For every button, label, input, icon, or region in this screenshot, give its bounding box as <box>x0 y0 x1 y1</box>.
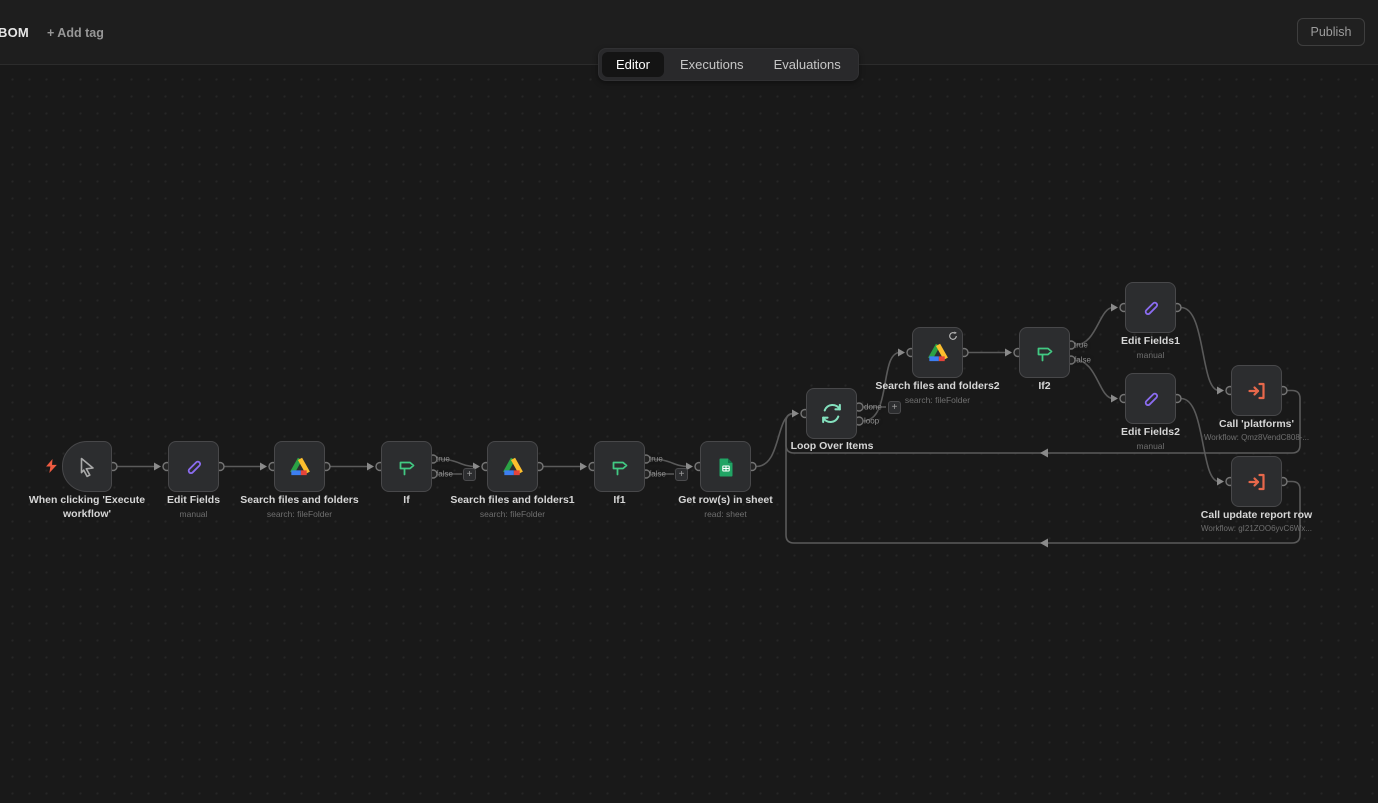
node-when-clicking-execute-workflow[interactable] <box>62 441 112 492</box>
node-search-files-and-folders1[interactable] <box>487 441 538 492</box>
tab-evaluations[interactable]: Evaluations <box>760 52 855 77</box>
node-caption: Loop Over Items <box>790 440 874 452</box>
google-drive-icon <box>502 457 523 475</box>
node-get-rows-in-sheet[interactable] <box>700 441 751 492</box>
port-label-false: false <box>649 469 666 479</box>
node-caption: If2 <box>1038 380 1051 392</box>
app-window: BOM + Add tag Publish Editor Executions … <box>0 0 1378 803</box>
port-label-true: true <box>649 454 663 464</box>
execute-workflow-icon <box>1247 473 1265 490</box>
tab-executions[interactable]: Executions <box>666 52 758 77</box>
add-tag-button[interactable]: + Add tag <box>47 26 104 40</box>
loop-icon <box>822 403 841 424</box>
google-drive-icon <box>289 457 310 475</box>
node-caption: Get row(s) in sheet read: sheet <box>678 494 773 519</box>
node-search-files-and-folders2[interactable] <box>912 327 963 378</box>
node-edit-fields2[interactable] <box>1125 373 1176 424</box>
pencil-icon <box>187 460 201 474</box>
if-branch-icon <box>1037 347 1052 361</box>
node-if[interactable] <box>381 441 432 492</box>
google-sheets-icon <box>719 458 732 476</box>
node-edit-fields1[interactable] <box>1125 282 1176 333</box>
add-node-button[interactable]: + <box>463 467 476 481</box>
port-label-loop: loop <box>864 416 880 426</box>
port-label-true: true <box>436 454 450 464</box>
add-node-button[interactable]: + <box>675 467 688 481</box>
node-loop-over-items[interactable] <box>806 388 857 439</box>
retry-icon <box>949 331 957 340</box>
view-tab-bar: Editor Executions Evaluations <box>598 48 859 81</box>
if-branch-icon <box>399 461 414 475</box>
node-edit-fields[interactable] <box>168 441 219 492</box>
google-drive-icon <box>927 343 948 361</box>
workflow-name[interactable]: BOM <box>0 25 29 40</box>
if-branch-icon <box>612 461 627 475</box>
node-search-files-and-folders[interactable] <box>274 441 325 492</box>
cursor-icon <box>80 457 94 477</box>
node-if1[interactable] <box>594 441 645 492</box>
node-caption: Call 'platforms' Workflow: Qmz8VendC808-… <box>1203 418 1310 442</box>
node-caption: Call update report row Workflow: gI21ZOO… <box>1200 509 1313 533</box>
node-call-update-report-row[interactable] <box>1231 456 1282 507</box>
execute-workflow-icon <box>1247 382 1265 399</box>
tab-editor[interactable]: Editor <box>602 52 664 77</box>
node-call-platforms[interactable] <box>1231 365 1282 416</box>
node-caption: Edit Fields1 manual <box>1121 335 1180 360</box>
port-label-false: false <box>436 469 453 479</box>
pencil-icon <box>1144 301 1158 315</box>
pencil-icon <box>1144 392 1158 406</box>
lightning-bolt-icon <box>46 459 57 473</box>
node-if2[interactable] <box>1019 327 1070 378</box>
publish-button[interactable]: Publish <box>1297 18 1365 46</box>
